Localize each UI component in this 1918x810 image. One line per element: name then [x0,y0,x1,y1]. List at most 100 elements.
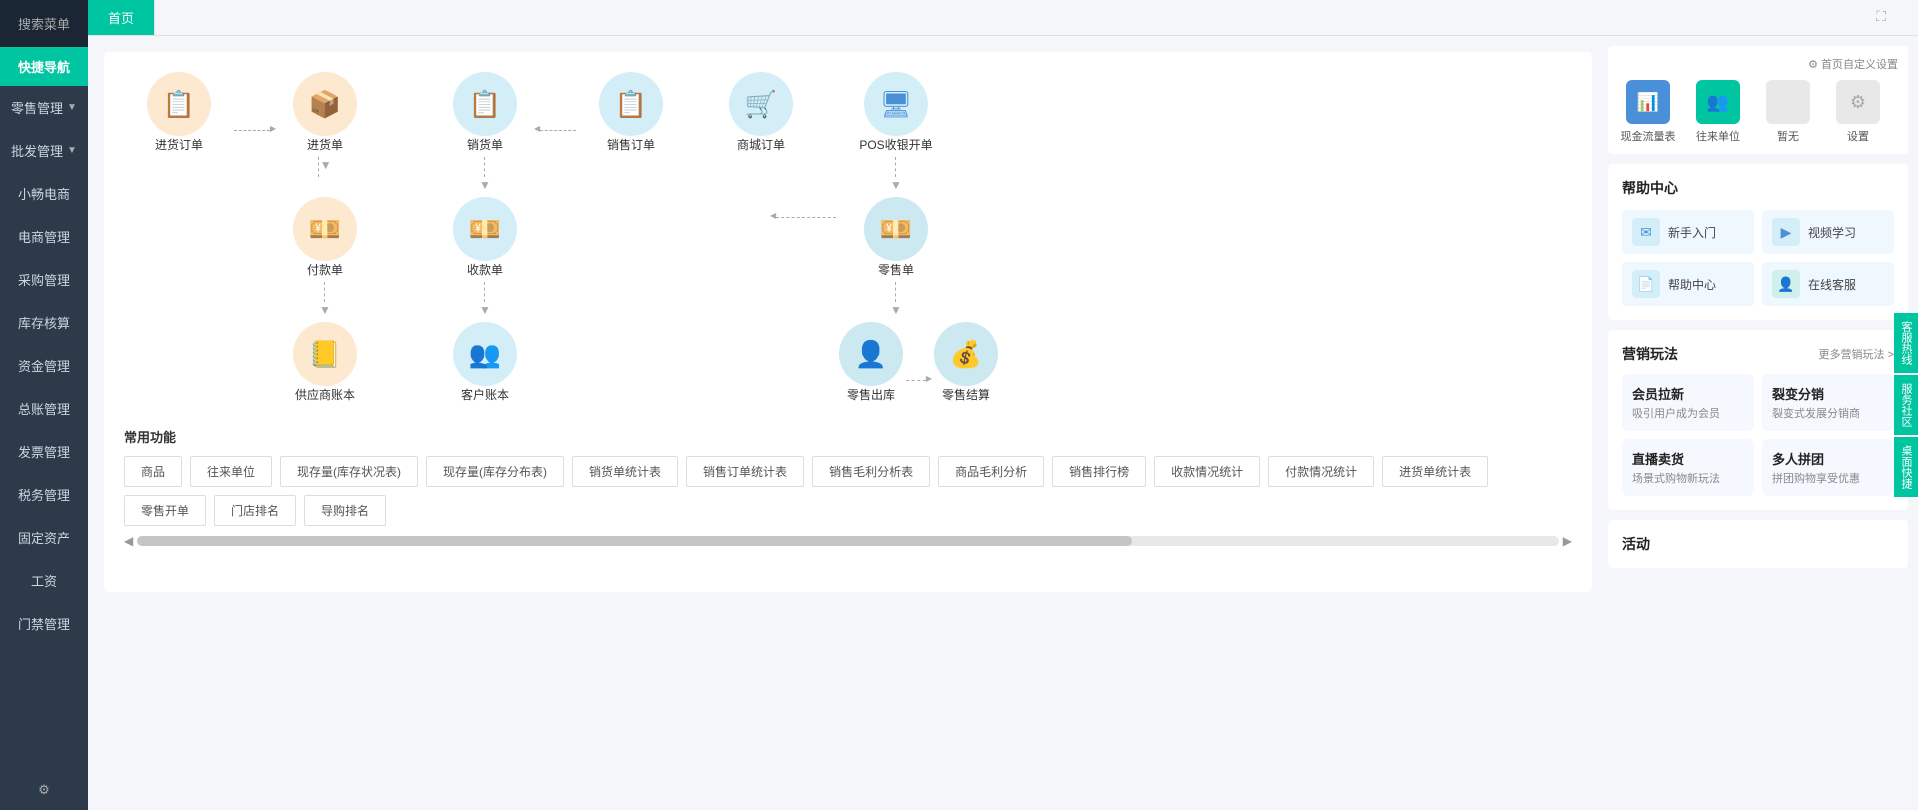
float-button[interactable]: 客服热线 [1894,313,1918,373]
help-label: 帮助中心 [1668,276,1716,293]
marketing-item-desc: 场景式购物新玩法 [1632,470,1744,486]
shortcuts-row: 📊 现金流量表 👥 往来单位 暂无 ⚙ 设置 [1618,80,1898,144]
marketing-item-desc: 拼团购物享受优惠 [1772,470,1884,486]
marketing-item-title: 裂变分销 [1772,384,1884,403]
float-button[interactable]: 桌面快捷 [1894,437,1918,497]
shortcut-label: 暂无 [1777,128,1799,144]
help-item[interactable]: ▶ 视频学习 [1762,210,1894,254]
func-button[interactable]: 导购排名 [304,495,386,526]
shortcut-icon: ⚙ [1836,80,1880,124]
flow-diagram: 📋 进货订单 ▶ 📦 进货单 [124,72,1572,407]
sidebar-nav-header[interactable]: 快捷导航 [0,47,88,86]
func-button[interactable]: 现存量(库存分布表) [426,456,564,487]
sidebar: 搜索菜单 快捷导航 零售管理 ▼ 批发管理 ▼ 小畅电商 电商管理 采购管理 库… [0,0,88,810]
sidebar-item-ledger[interactable]: 总账管理 [0,387,88,430]
func-button[interactable]: 进货单统计表 [1382,456,1488,487]
marketing-item[interactable]: 直播卖货 场景式购物新玩法 [1622,439,1754,496]
marketing-item[interactable]: 多人拼团 拼团购物享受优惠 [1762,439,1894,496]
page-body: 📋 进货订单 ▶ 📦 进货单 [88,36,1918,810]
func-button[interactable]: 现存量(库存状况表) [280,456,418,487]
help-item[interactable]: 📄 帮助中心 [1622,262,1754,306]
help-item[interactable]: ✉ 新手入门 [1622,210,1754,254]
sidebar-item-ecommerce[interactable]: 电商管理 [0,215,88,258]
common-functions: 常用功能 商品往来单位现存量(库存状况表)现存量(库存分布表)销货单统计表销售订… [124,427,1572,526]
sidebar-item-assets[interactable]: 固定资产 [0,516,88,559]
func-button[interactable]: 往来单位 [190,456,272,487]
node-retail-out[interactable]: 👤 [839,322,903,386]
sidebar-item-salary[interactable]: 工资 [0,559,88,602]
corner-expand-button[interactable]: ⛶ [1876,8,1886,25]
help-icon: ▶ [1772,218,1800,246]
main-content: 首页 📋 进货订单 [88,0,1918,810]
marketing-header: 营销玩法 更多营销玩法 > [1622,344,1894,364]
func-button[interactable]: 销售排行榜 [1052,456,1146,487]
help-item[interactable]: 👤 在线客服 [1762,262,1894,306]
func-button[interactable]: 付款情况统计 [1268,456,1374,487]
node-purchase-order[interactable]: 📋 [147,72,211,136]
marketing-grid: 会员拉新 吸引用户成为会员 裂变分销 裂变式发展分销商 直播卖货 场景式购物新玩… [1622,374,1894,496]
activity-section: 活动 [1608,520,1908,568]
node-supplier-book[interactable]: 📒 [293,322,357,386]
marketing-item[interactable]: 会员拉新 吸引用户成为会员 [1622,374,1754,431]
node-receipt[interactable]: 💴 [453,197,517,261]
sidebar-item-access[interactable]: 门禁管理 [0,602,88,645]
scroll-left-arrow[interactable]: ◀ [124,534,133,548]
func-button[interactable]: 销售订单统计表 [686,456,804,487]
func-button[interactable]: 销货单统计表 [572,456,678,487]
node-payment[interactable]: 💴 [293,197,357,261]
func-button[interactable]: 商品 [124,456,182,487]
customize-link[interactable]: ⚙ 首页自定义设置 [1808,56,1898,72]
func-button[interactable]: 商品毛利分析 [938,456,1044,487]
tab-home[interactable]: 首页 [88,0,155,35]
scroll-thumb [137,536,1132,546]
sidebar-item-inventory[interactable]: 库存核算 [0,301,88,344]
help-icon: 📄 [1632,270,1660,298]
shortcut-item[interactable]: 👥 往来单位 [1688,80,1748,144]
shortcut-label: 往来单位 [1696,128,1740,144]
node-customer-book[interactable]: 👥 [453,322,517,386]
marketing-item-title: 直播卖货 [1632,449,1744,468]
shortcut-item[interactable]: 暂无 [1758,80,1818,144]
quick-nav-card: 📋 进货订单 ▶ 📦 进货单 [104,52,1592,592]
node-retail-order[interactable]: 💴 [864,197,928,261]
marketing-card: 营销玩法 更多营销玩法 > 会员拉新 吸引用户成为会员 裂变分销 裂变式发展分销… [1608,330,1908,510]
node-sales[interactable]: 📋 [453,72,517,136]
func-button[interactable]: 销售毛利分析表 [812,456,930,487]
func-button[interactable]: 收款情况统计 [1154,456,1260,487]
marketing-item-title: 会员拉新 [1632,384,1744,403]
sidebar-item-invoice[interactable]: 发票管理 [0,430,88,473]
func-button[interactable]: 门店排名 [214,495,296,526]
node-mall-order[interactable]: 🛒 [729,72,793,136]
sidebar-item-purchase[interactable]: 采购管理 [0,258,88,301]
scroll-track[interactable] [137,536,1559,546]
right-float-buttons: 客服热线服务社区桌面快捷 [1894,313,1918,497]
func-button[interactable]: 零售开单 [124,495,206,526]
sidebar-settings[interactable]: ⚙ [0,770,88,810]
shortcut-icon: 📊 [1626,80,1670,124]
marketing-item[interactable]: 裂变分销 裂变式发展分销商 [1762,374,1894,431]
shortcut-item[interactable]: 📊 现金流量表 [1618,80,1678,144]
help-label: 视频学习 [1808,224,1856,241]
sidebar-search[interactable]: 搜索菜单 [0,0,88,47]
sidebar-item-finance[interactable]: 资金管理 [0,344,88,387]
activity-title: 活动 [1622,534,1894,554]
shortcut-item[interactable]: ⚙ 设置 [1828,80,1888,144]
sidebar-item-tax[interactable]: 税务管理 [0,473,88,516]
scroll-right-arrow[interactable]: ▶ [1563,534,1572,548]
shortcut-label: 设置 [1847,128,1869,144]
float-button[interactable]: 服务社区 [1894,375,1918,435]
node-purchase[interactable]: 📦 [293,72,357,136]
shortcut-icon [1766,80,1810,124]
sidebar-item-ecommerce-small[interactable]: 小畅电商 [0,172,88,215]
marketing-title: 营销玩法 [1622,344,1678,364]
sidebar-item-retail[interactable]: 零售管理 ▼ [0,86,88,129]
node-sales-order[interactable]: 📋 [599,72,663,136]
sidebar-item-wholesale[interactable]: 批发管理 ▼ [0,129,88,172]
right-panel: ⚙ 首页自定义设置 📊 现金流量表 👥 往来单位 暂无 ⚙ 设置 帮助中心 ✉ … [1608,36,1918,810]
node-pos[interactable]: 🖥 [864,72,928,136]
left-panel: 📋 进货订单 ▶ 📦 进货单 [88,36,1608,810]
marketing-more-link[interactable]: 更多营销玩法 > [1819,346,1894,362]
node-retail-settle[interactable]: 💰 [934,322,998,386]
help-center-title: 帮助中心 [1622,178,1894,198]
marketing-item-desc: 吸引用户成为会员 [1632,405,1744,421]
